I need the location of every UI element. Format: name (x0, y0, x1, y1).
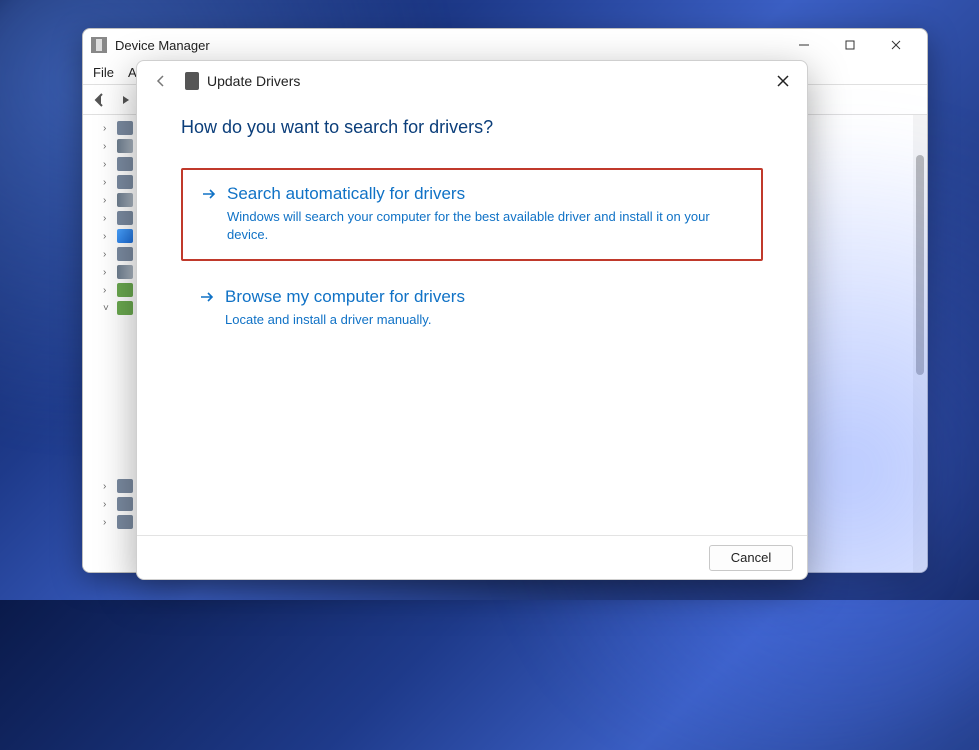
dialog-back-button[interactable] (151, 71, 171, 91)
option-search-automatically[interactable]: Search automatically for drivers Windows… (181, 168, 763, 261)
device-manager-titlebar: Device Manager (83, 29, 927, 61)
dialog-title: Update Drivers (207, 73, 300, 89)
option-browse-computer[interactable]: Browse my computer for drivers Locate an… (181, 273, 763, 345)
minimize-button[interactable] (781, 30, 827, 60)
update-drivers-dialog: Update Drivers How do you want to search… (136, 60, 808, 580)
toolbar-back-button[interactable] (89, 89, 111, 111)
scrollbar-thumb[interactable] (916, 155, 924, 375)
dialog-heading: How do you want to search for drivers? (181, 117, 763, 138)
option-auto-title: Search automatically for drivers (227, 184, 743, 204)
dialog-titlebar: Update Drivers (137, 61, 807, 101)
option-auto-desc: Windows will search your computer for th… (227, 208, 743, 243)
close-button[interactable] (873, 30, 919, 60)
maximize-button[interactable] (827, 30, 873, 60)
close-icon (890, 39, 902, 51)
arrow-left-icon (92, 92, 108, 108)
dialog-close-button[interactable] (771, 69, 795, 93)
arrow-left-icon (154, 74, 168, 88)
option-browse-title: Browse my computer for drivers (225, 287, 745, 307)
dialog-body: How do you want to search for drivers? S… (137, 101, 807, 535)
close-icon (776, 74, 790, 88)
menu-file[interactable]: File (93, 65, 114, 80)
arrow-right-icon (116, 92, 132, 108)
option-browse-desc: Locate and install a driver manually. (225, 311, 745, 329)
toolbar-forward-button[interactable] (113, 89, 135, 111)
window-controls (781, 30, 919, 60)
minimize-icon (798, 39, 810, 51)
scrollbar[interactable] (913, 115, 927, 572)
arrow-right-icon (199, 287, 217, 311)
cancel-button-label: Cancel (731, 550, 771, 565)
maximize-icon (844, 39, 856, 51)
device-manager-app-icon (91, 37, 107, 53)
dialog-footer: Cancel (137, 535, 807, 579)
arrow-right-icon (201, 184, 219, 208)
device-manager-title: Device Manager (115, 38, 781, 53)
driver-icon (185, 72, 199, 90)
cancel-button[interactable]: Cancel (709, 545, 793, 571)
